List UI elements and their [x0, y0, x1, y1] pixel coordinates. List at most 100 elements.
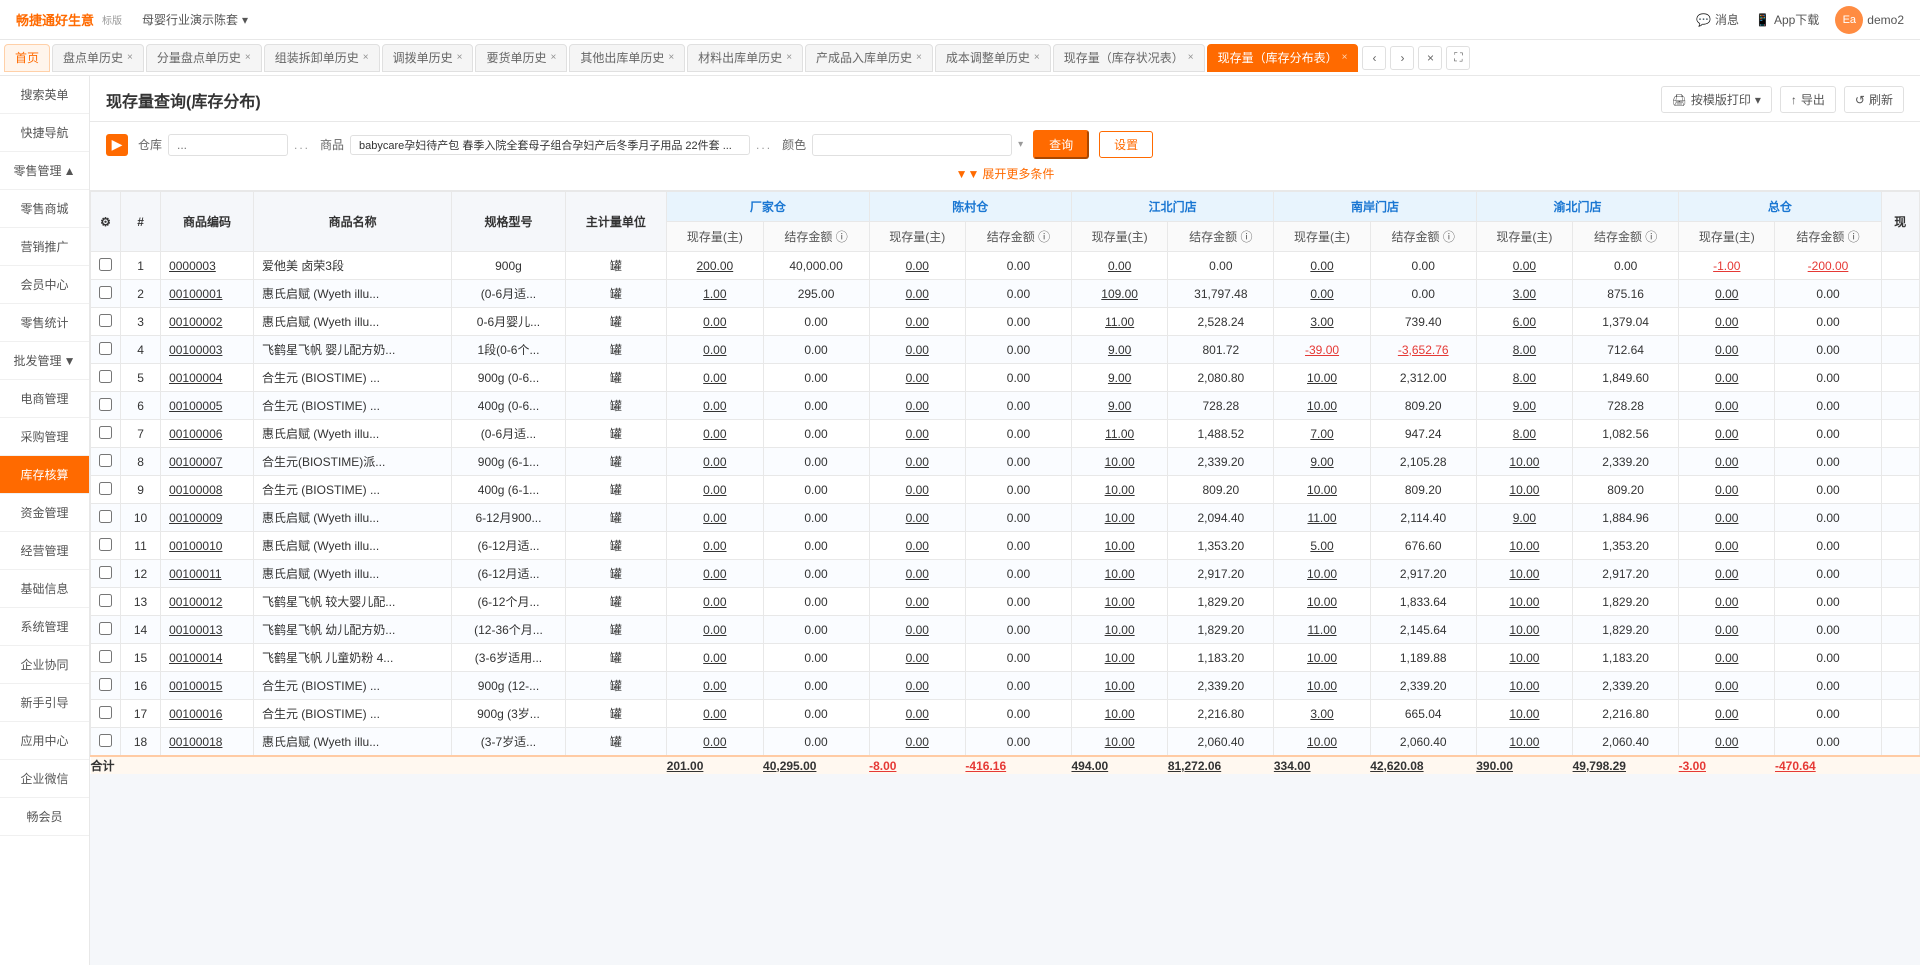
- sidebar-item-newbie[interactable]: 新手引导: [0, 684, 89, 722]
- row-g2q[interactable]: 0.00: [869, 252, 965, 280]
- color-input[interactable]: [812, 134, 1012, 156]
- row-g4q[interactable]: 10.00: [1274, 728, 1370, 757]
- tab-expand-btn[interactable]: ⛶: [1446, 46, 1470, 70]
- row-g4q[interactable]: 11.00: [1274, 504, 1370, 532]
- row-g1q[interactable]: 0.00: [667, 672, 763, 700]
- row-code[interactable]: 00100002: [161, 308, 254, 336]
- goods-input[interactable]: [350, 135, 750, 155]
- tab-3-close[interactable]: ×: [363, 52, 369, 63]
- summary-tq[interactable]: -3.00: [1679, 756, 1775, 774]
- refresh-btn[interactable]: ↺ 刷新: [1844, 86, 1904, 113]
- summary-g4q[interactable]: 334.00: [1274, 756, 1370, 774]
- row-g5q[interactable]: 10.00: [1476, 616, 1572, 644]
- row-selector[interactable]: [91, 392, 121, 420]
- row-selector[interactable]: [91, 280, 121, 308]
- row-g1q[interactable]: 1.00: [667, 280, 763, 308]
- sidebar-item-marketing[interactable]: 营销推广: [0, 228, 89, 266]
- tab-9[interactable]: 成本调整单历史 ×: [935, 44, 1051, 72]
- row-g1q[interactable]: 0.00: [667, 308, 763, 336]
- sidebar-item-inventory[interactable]: 库存核算: [0, 456, 89, 494]
- sidebar-item-system[interactable]: 系统管理: [0, 608, 89, 646]
- row-g4q[interactable]: 10.00: [1274, 476, 1370, 504]
- row-tq[interactable]: 0.00: [1679, 616, 1775, 644]
- row-g2q[interactable]: 0.00: [869, 532, 965, 560]
- row-g3q[interactable]: 109.00: [1071, 280, 1167, 308]
- row-g4q[interactable]: 3.00: [1274, 308, 1370, 336]
- sidebar-item-operations[interactable]: 经营管理: [0, 532, 89, 570]
- row-tq[interactable]: -1.00: [1679, 252, 1775, 280]
- sidebar-item-purchase[interactable]: 采购管理: [0, 418, 89, 456]
- row-g4q[interactable]: 10.00: [1274, 364, 1370, 392]
- row-g3q[interactable]: 10.00: [1071, 616, 1167, 644]
- row-g4q[interactable]: 10.00: [1274, 588, 1370, 616]
- row-g3q[interactable]: 9.00: [1071, 336, 1167, 364]
- row-g4q[interactable]: 0.00: [1274, 252, 1370, 280]
- tab-4-close[interactable]: ×: [457, 52, 463, 63]
- row-g3q[interactable]: 10.00: [1071, 700, 1167, 728]
- row-g2q[interactable]: 0.00: [869, 728, 965, 757]
- row-g2q[interactable]: 0.00: [869, 420, 965, 448]
- sidebar-item-basics[interactable]: 基础信息: [0, 570, 89, 608]
- row-g2q[interactable]: 0.00: [869, 672, 965, 700]
- row-g5q[interactable]: 6.00: [1476, 308, 1572, 336]
- row-g5q[interactable]: 8.00: [1476, 420, 1572, 448]
- row-g3q[interactable]: 11.00: [1071, 420, 1167, 448]
- row-g3q[interactable]: 9.00: [1071, 392, 1167, 420]
- row-selector[interactable]: [91, 532, 121, 560]
- tab-1[interactable]: 盘点单历史 ×: [52, 44, 144, 72]
- user-area[interactable]: Ea demo2: [1835, 6, 1904, 34]
- sidebar-item-retail-mgmt[interactable]: 零售管理 ▲: [0, 152, 89, 190]
- row-g5q[interactable]: 10.00: [1476, 560, 1572, 588]
- row-tq[interactable]: 0.00: [1679, 308, 1775, 336]
- row-g5q[interactable]: 10.00: [1476, 672, 1572, 700]
- row-selector[interactable]: [91, 560, 121, 588]
- row-g2q[interactable]: 0.00: [869, 476, 965, 504]
- row-g5q[interactable]: 10.00: [1476, 448, 1572, 476]
- row-code[interactable]: 00100006: [161, 420, 254, 448]
- search-btn[interactable]: 查询: [1033, 130, 1089, 159]
- sidebar-item-member[interactable]: 会员中心: [0, 266, 89, 304]
- tab-6-close[interactable]: ×: [668, 52, 674, 63]
- row-g5q[interactable]: 10.00: [1476, 644, 1572, 672]
- row-g3q[interactable]: 0.00: [1071, 252, 1167, 280]
- tab-9-close[interactable]: ×: [1034, 52, 1040, 63]
- row-g1q[interactable]: 0.00: [667, 560, 763, 588]
- row-code[interactable]: 00100016: [161, 700, 254, 728]
- row-tq[interactable]: 0.00: [1679, 560, 1775, 588]
- row-g2q[interactable]: 0.00: [869, 280, 965, 308]
- tab-6[interactable]: 其他出库单历史 ×: [569, 44, 685, 72]
- row-g4q[interactable]: 10.00: [1274, 672, 1370, 700]
- row-tq[interactable]: 0.00: [1679, 728, 1775, 757]
- row-selector[interactable]: [91, 616, 121, 644]
- row-selector[interactable]: [91, 476, 121, 504]
- sidebar-item-retail-mall[interactable]: 零售商城: [0, 190, 89, 228]
- row-code[interactable]: 00100013: [161, 616, 254, 644]
- tab-8-close[interactable]: ×: [916, 52, 922, 63]
- row-g1q[interactable]: 0.00: [667, 420, 763, 448]
- row-code[interactable]: 00100001: [161, 280, 254, 308]
- sidebar-item-finance[interactable]: 资金管理: [0, 494, 89, 532]
- sidebar-item-nav[interactable]: 快捷导航: [0, 114, 89, 152]
- col-gear[interactable]: ⚙: [91, 192, 121, 252]
- row-g3q[interactable]: 10.00: [1071, 532, 1167, 560]
- row-selector[interactable]: [91, 252, 121, 280]
- tab-11[interactable]: 现存量（库存分布表） ×: [1207, 44, 1359, 72]
- sidebar-item-ecom[interactable]: 电商管理: [0, 380, 89, 418]
- row-tq[interactable]: 0.00: [1679, 504, 1775, 532]
- row-g4q[interactable]: 10.00: [1274, 392, 1370, 420]
- row-code[interactable]: 00100005: [161, 392, 254, 420]
- tab-prev-btn[interactable]: ‹: [1362, 46, 1386, 70]
- app-download-btn[interactable]: 📱 App下载: [1755, 11, 1819, 28]
- row-g2q[interactable]: 0.00: [869, 588, 965, 616]
- summary-g3q[interactable]: 494.00: [1071, 756, 1167, 774]
- row-g2q[interactable]: 0.00: [869, 364, 965, 392]
- row-tq[interactable]: 0.00: [1679, 336, 1775, 364]
- row-g5q[interactable]: 0.00: [1476, 252, 1572, 280]
- toggle-panel-btn[interactable]: ▶: [106, 134, 128, 156]
- tab-close-all-btn[interactable]: ×: [1418, 46, 1442, 70]
- row-selector[interactable]: [91, 672, 121, 700]
- row-selector[interactable]: [91, 364, 121, 392]
- sidebar-item-wholesale[interactable]: 批发管理 ▼: [0, 342, 89, 380]
- export-btn[interactable]: ↑ 导出: [1780, 86, 1836, 113]
- sidebar-item-wechat[interactable]: 企业微信: [0, 760, 89, 798]
